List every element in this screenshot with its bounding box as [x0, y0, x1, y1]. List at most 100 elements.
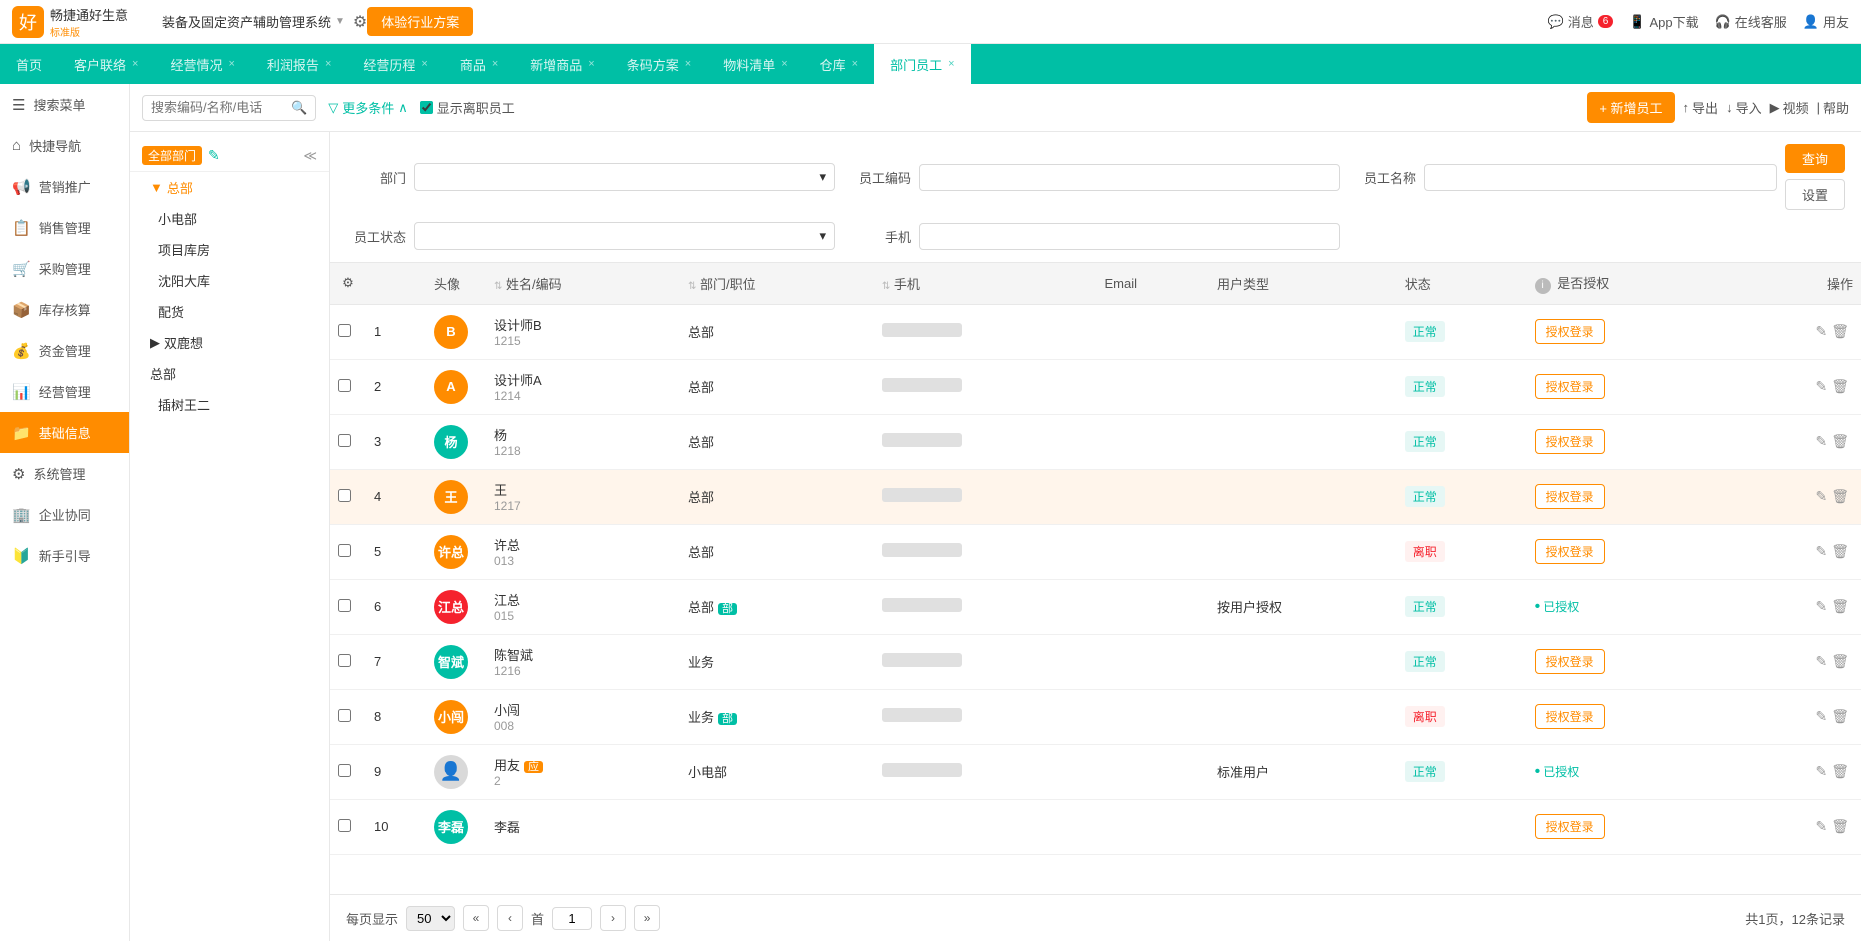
nav-tab-条码方案[interactable]: 条码方案×	[611, 44, 707, 84]
dept-item-shuanglu[interactable]: ▶ 双鹿想	[130, 327, 329, 358]
auth-login-button[interactable]: 授权登录	[1535, 814, 1605, 839]
edit-button[interactable]: ✎	[1815, 818, 1827, 834]
set-button[interactable]: 设置	[1785, 179, 1845, 210]
nav-tab-商品[interactable]: 商品×	[444, 44, 514, 84]
messages-button[interactable]: 💬 消息 6	[1548, 12, 1614, 31]
sidebar-item-system[interactable]: ⚙系统管理	[0, 453, 129, 494]
delete-button[interactable]: 🗑	[1831, 323, 1849, 339]
sidebar-item-guide[interactable]: 🔰新手引导	[0, 535, 129, 576]
row-checkbox[interactable]	[338, 489, 351, 502]
auth-login-button[interactable]: 授权登录	[1535, 429, 1605, 454]
nav-tab-经营历程[interactable]: 经营历程×	[347, 44, 443, 84]
gear-icon[interactable]: ⚙	[353, 12, 367, 32]
delete-button[interactable]: 🗑	[1831, 708, 1849, 724]
tab-close-icon[interactable]: ×	[852, 58, 858, 70]
add-employee-button[interactable]: + 新增员工	[1587, 92, 1674, 123]
tab-close-icon[interactable]: ×	[421, 58, 427, 70]
empcode-filter-input[interactable]	[919, 164, 1340, 191]
tab-close-icon[interactable]: ×	[948, 58, 954, 70]
auth-login-button[interactable]: 授权登录	[1535, 484, 1605, 509]
all-dept-tag[interactable]: 全部部门	[142, 146, 202, 165]
edit-dept-icon[interactable]: ✎	[208, 147, 220, 164]
show-resigned-checkbox[interactable]	[420, 101, 433, 114]
dept-item-zongbu-root[interactable]: ▼ 总部	[130, 172, 329, 203]
row-checkbox[interactable]	[338, 599, 351, 612]
th-name[interactable]: ⇅ 姓名/编码	[486, 263, 680, 304]
sidebar-item-quicknav[interactable]: ⌂快捷导航	[0, 125, 129, 166]
sidebar-item-operations[interactable]: 📊经营管理	[0, 371, 129, 412]
dept-item-shenyang[interactable]: 沈阳大库	[130, 265, 329, 296]
auth-login-button[interactable]: 授权登录	[1535, 319, 1605, 344]
tab-close-icon[interactable]: ×	[325, 58, 331, 70]
next-page-button[interactable]: ›	[600, 905, 626, 931]
row-checkbox[interactable]	[338, 709, 351, 722]
delete-button[interactable]: 🗑	[1831, 653, 1849, 669]
tab-close-icon[interactable]: ×	[228, 58, 234, 70]
edit-button[interactable]: ✎	[1815, 378, 1827, 394]
sidebar-item-finance[interactable]: 💰资金管理	[0, 330, 129, 371]
nav-tab-客户联络[interactable]: 客户联络×	[58, 44, 154, 84]
delete-button[interactable]: 🗑	[1831, 378, 1849, 394]
sidebar-item-sales[interactable]: 📋销售管理	[0, 207, 129, 248]
sidebar-item-basic[interactable]: 📁基础信息	[0, 412, 129, 453]
app-download-button[interactable]: 📱 App下载	[1629, 12, 1698, 31]
empstatus-filter-select[interactable]: ▾	[414, 222, 835, 250]
phone-filter-input[interactable]	[919, 223, 1340, 250]
nav-tab-经营情况[interactable]: 经营情况×	[154, 44, 250, 84]
nav-tab-物料清单[interactable]: 物料清单×	[707, 44, 803, 84]
collapse-dept-icon[interactable]: ≪	[303, 148, 317, 164]
row-checkbox[interactable]	[338, 544, 351, 557]
tab-close-icon[interactable]: ×	[588, 58, 594, 70]
tab-close-icon[interactable]: ×	[781, 58, 787, 70]
row-checkbox[interactable]	[338, 324, 351, 337]
edit-button[interactable]: ✎	[1815, 763, 1827, 779]
sidebar-item-enterprise[interactable]: 🏢企业协同	[0, 494, 129, 535]
last-page-button[interactable]: »	[634, 905, 660, 931]
auth-login-button[interactable]: 授权登录	[1535, 704, 1605, 729]
sidebar-item-marketing[interactable]: 📢营销推广	[0, 166, 129, 207]
experience-button[interactable]: 体验行业方案	[367, 7, 473, 36]
row-checkbox[interactable]	[338, 434, 351, 447]
delete-button[interactable]: 🗑	[1831, 598, 1849, 614]
auth-login-button[interactable]: 授权登录	[1535, 649, 1605, 674]
import-button[interactable]: ↓ 导入	[1726, 98, 1762, 117]
edit-button[interactable]: ✎	[1815, 543, 1827, 559]
nav-tab-新增商品[interactable]: 新增商品×	[514, 44, 610, 84]
online-service-button[interactable]: 🎧 在线客服	[1715, 12, 1787, 31]
edit-button[interactable]: ✎	[1815, 653, 1827, 669]
th-phone[interactable]: ⇅ 手机	[874, 263, 1097, 304]
nav-tab-仓库[interactable]: 仓库×	[804, 44, 874, 84]
page-input[interactable]	[552, 907, 592, 930]
edit-button[interactable]: ✎	[1815, 433, 1827, 449]
tab-close-icon[interactable]: ×	[685, 58, 691, 70]
more-conditions-button[interactable]: ▽ 更多条件 ∧	[328, 98, 408, 117]
search-input[interactable]	[151, 100, 291, 115]
user-button[interactable]: 👤 用友	[1803, 12, 1849, 31]
delete-button[interactable]: 🗑	[1831, 433, 1849, 449]
dept-item-xiangmu[interactable]: 项目库房	[130, 234, 329, 265]
edit-button[interactable]: ✎	[1815, 598, 1827, 614]
edit-button[interactable]: ✎	[1815, 323, 1827, 339]
delete-button[interactable]: 🗑	[1831, 818, 1849, 834]
dept-item-chashuwang[interactable]: 插树王二	[130, 389, 329, 420]
export-button[interactable]: ↑ 导出	[1683, 98, 1719, 117]
row-checkbox[interactable]	[338, 819, 351, 832]
nav-tab-利润报告[interactable]: 利润报告×	[251, 44, 347, 84]
row-checkbox[interactable]	[338, 654, 351, 667]
edit-button[interactable]: ✎	[1815, 708, 1827, 724]
tab-close-icon[interactable]: ×	[492, 58, 498, 70]
delete-button[interactable]: 🗑	[1831, 543, 1849, 559]
help-button[interactable]: | 帮助	[1817, 98, 1849, 117]
sidebar-item-purchase[interactable]: 🛒采购管理	[0, 248, 129, 289]
dept-filter-select[interactable]: ▾	[414, 163, 835, 191]
th-settings[interactable]: ⚙	[330, 263, 366, 304]
dept-item-xiaodibu[interactable]: 小电部	[130, 203, 329, 234]
system-dropdown-arrow[interactable]: ▼	[335, 16, 345, 27]
sidebar-item-inventory[interactable]: 📦库存核算	[0, 289, 129, 330]
row-checkbox[interactable]	[338, 379, 351, 392]
edit-button[interactable]: ✎	[1815, 488, 1827, 504]
nav-tab-首页[interactable]: 首页	[0, 44, 58, 84]
prev-page-button[interactable]: ‹	[497, 905, 523, 931]
auth-login-button[interactable]: 授权登录	[1535, 374, 1605, 399]
row-checkbox[interactable]	[338, 764, 351, 777]
